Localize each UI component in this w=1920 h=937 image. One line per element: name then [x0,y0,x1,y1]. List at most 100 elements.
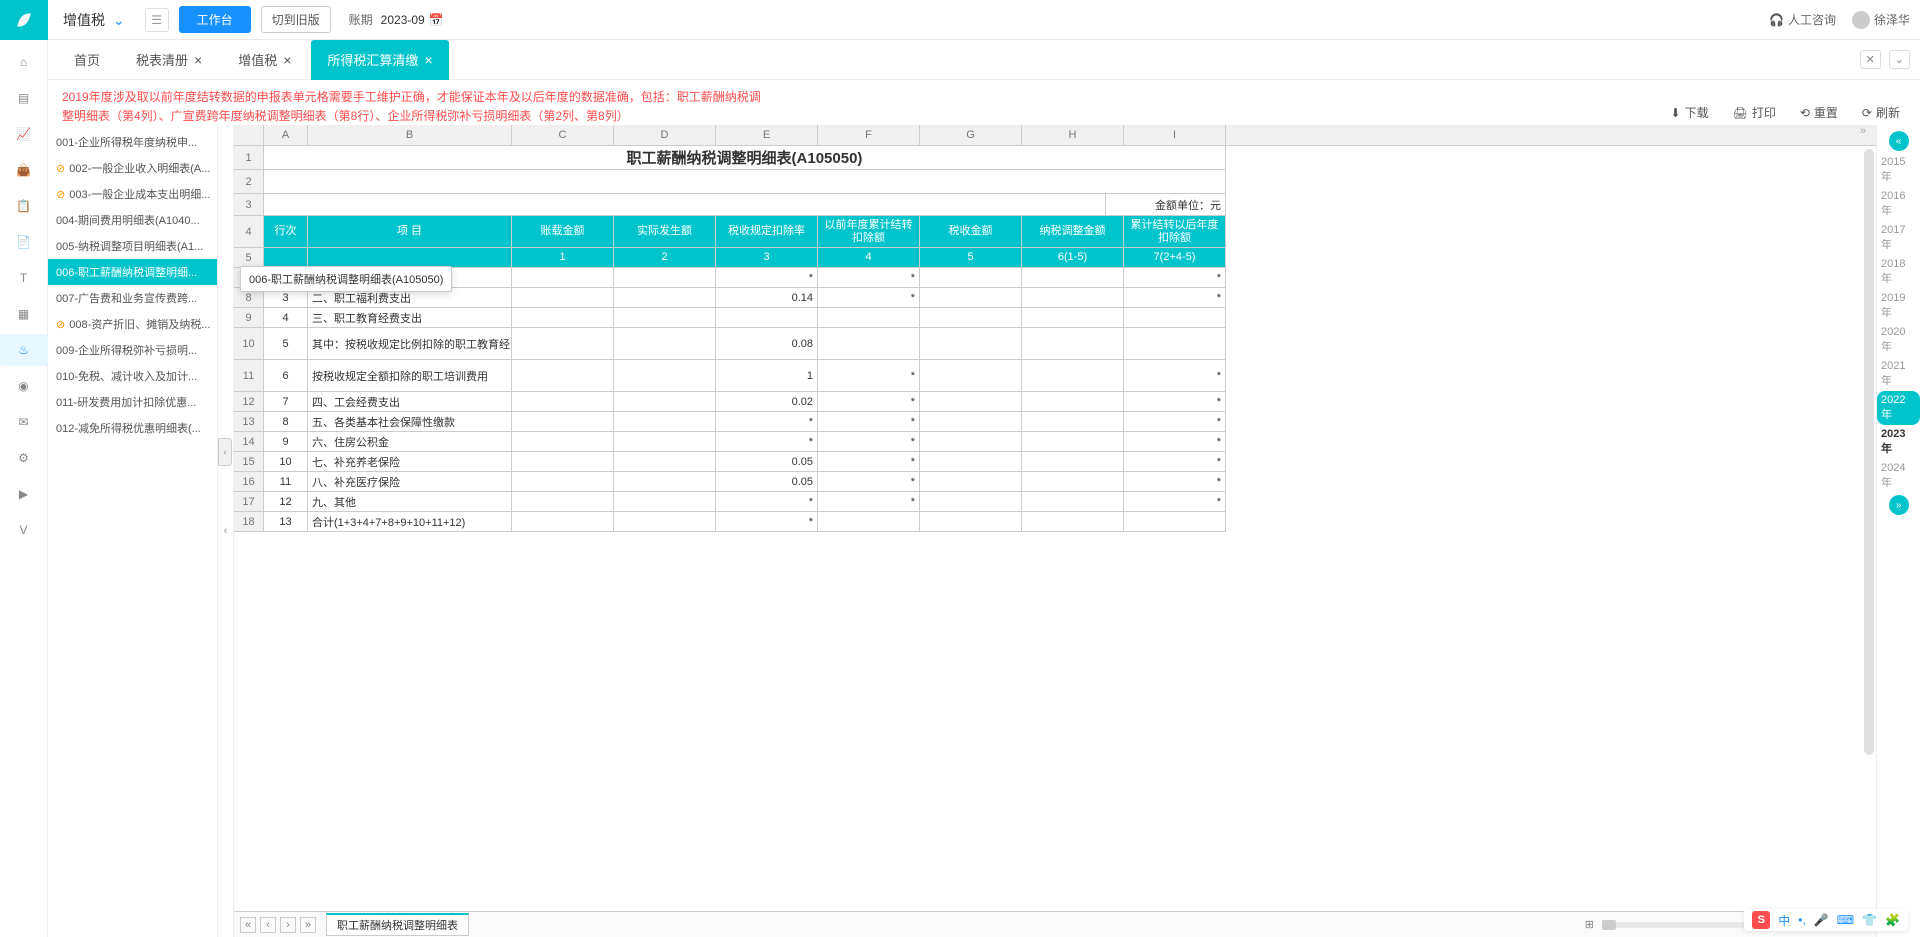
nav-home-icon[interactable]: ⌂ [0,46,48,78]
year-2017年[interactable]: 2017年 [1877,221,1920,255]
cell-e[interactable]: 0.08 [716,328,818,360]
cell-d[interactable] [614,308,716,328]
year-up-button[interactable]: « [1889,131,1909,151]
tax-type-dropdown[interactable]: 增值税 ⌄ [63,10,125,30]
cell-e[interactable]: 0.02 [716,392,818,412]
cell-h[interactable] [1022,452,1124,472]
tree-item-1[interactable]: 001-企业所得税年度纳税申... [48,129,217,155]
nav-report-icon[interactable]: ▤ [0,82,48,114]
cell-i[interactable]: * [1124,288,1226,308]
year-2016年[interactable]: 2016年 [1877,187,1920,221]
cell-f[interactable] [818,308,920,328]
ime-mic-icon[interactable]: 🎤 [1814,913,1829,927]
cell-i[interactable] [1124,328,1226,360]
sheet-first-icon[interactable]: « [240,917,256,933]
cell-f[interactable] [818,512,920,532]
cell-name[interactable]: 七、补充养老保险 [308,452,512,472]
cell-xh[interactable]: 13 [264,512,308,532]
ime-skin-icon[interactable]: 👕 [1862,913,1877,927]
cell-xh[interactable]: 12 [264,492,308,512]
cell-c[interactable] [512,492,614,512]
nav-current-icon[interactable]: ♨ [0,334,48,366]
year-2019年[interactable]: 2019年 [1877,289,1920,323]
cell-g[interactable] [920,512,1022,532]
cell-i[interactable]: * [1124,432,1226,452]
tree-item-2[interactable]: ⊘002-一般企业收入明细表(A... [48,155,217,181]
cell-d[interactable] [614,268,716,288]
nav-chart-icon[interactable]: ▦ [0,298,48,330]
cell-c[interactable] [512,432,614,452]
cell-g[interactable] [920,288,1022,308]
cell-d[interactable] [614,512,716,532]
download-button[interactable]: ⬇下载 [1671,104,1709,121]
year-2018年[interactable]: 2018年 [1877,255,1920,289]
cell-e[interactable]: 1 [716,360,818,392]
cell-name[interactable]: 五、各类基本社会保障性缴款 [308,412,512,432]
cell-f[interactable]: * [818,360,920,392]
cell-d[interactable] [614,472,716,492]
cell-c[interactable] [512,360,614,392]
cell-g[interactable] [920,328,1022,360]
sheet-last-icon[interactable]: » [300,917,316,933]
cell-h[interactable] [1022,492,1124,512]
cell-f[interactable]: * [818,268,920,288]
cell-c[interactable] [512,392,614,412]
cell-e[interactable]: * [716,412,818,432]
tab-income-tax[interactable]: 所得税汇算清缴× [311,40,448,80]
cell-h[interactable] [1022,360,1124,392]
cell-i[interactable]: * [1124,412,1226,432]
expand-arrow-icon[interactable]: » [1860,125,1876,141]
tree-item-5[interactable]: 005-纳税调整项目明细表(A1... [48,233,217,259]
nav-v-icon[interactable]: V [0,514,48,546]
cell-d[interactable] [614,432,716,452]
cell-f[interactable]: * [818,392,920,412]
cell-i[interactable]: * [1124,360,1226,392]
col-header-G[interactable]: G [920,125,1022,145]
ime-mode[interactable]: 中 [1778,912,1790,929]
cell-e[interactable]: * [716,512,818,532]
cell-g[interactable] [920,452,1022,472]
cell-g[interactable] [920,360,1022,392]
tree-item-3[interactable]: ⊘003-一般企业成本支出明细... [48,181,217,207]
row-header-9[interactable]: 9 [234,308,264,328]
cell-g[interactable] [920,472,1022,492]
cell-name[interactable]: 四、工会经费支出 [308,392,512,412]
vertical-scrollbar[interactable] [1864,149,1874,907]
reset-button[interactable]: ⟲重置 [1800,104,1838,121]
year-2023年[interactable]: 2023年 [1877,425,1920,459]
cell-f[interactable]: * [818,288,920,308]
cell-f[interactable]: * [818,432,920,452]
col-header-H[interactable]: H [1022,125,1124,145]
consult-link[interactable]: 🎧 人工咨询 [1769,11,1836,28]
nav-clipboard-icon[interactable]: 📋 [0,190,48,222]
tree-item-6[interactable]: 006-职工薪酬纳税调整明细... [48,259,217,285]
cell-e[interactable]: * [716,268,818,288]
year-2015年[interactable]: 2015年 [1877,153,1920,187]
ime-keyboard-icon[interactable]: ⌨ [1837,913,1854,927]
row-header-10[interactable]: 10 [234,328,264,360]
close-icon[interactable]: × [194,52,202,68]
cell-name[interactable]: 按税收规定全额扣除的职工培训费用 [308,360,512,392]
cell-g[interactable] [920,268,1022,288]
cell-xh[interactable]: 9 [264,432,308,452]
cell-name[interactable]: 八、补充医疗保险 [308,472,512,492]
year-2021年[interactable]: 2021年 [1877,357,1920,391]
cell-g[interactable] [920,412,1022,432]
cell-e[interactable]: 0.05 [716,452,818,472]
cell-h[interactable] [1022,412,1124,432]
row-header-2[interactable]: 2 [234,170,264,194]
year-2020年[interactable]: 2020年 [1877,323,1920,357]
cell-d[interactable] [614,412,716,432]
tabs-close-all[interactable]: ✕ [1860,50,1881,69]
nav-video-icon[interactable]: ▶ [0,478,48,510]
app-logo[interactable] [0,0,48,40]
row-header-4[interactable]: 4 [234,216,264,248]
cell-name[interactable]: 九、其他 [308,492,512,512]
year-down-button[interactable]: » [1889,495,1909,515]
cell-h[interactable] [1022,288,1124,308]
cell-e[interactable]: 0.05 [716,472,818,492]
cell-h[interactable] [1022,392,1124,412]
cell-h[interactable] [1022,328,1124,360]
cell-c[interactable] [512,268,614,288]
nav-stats-icon[interactable]: 📈 [0,118,48,150]
